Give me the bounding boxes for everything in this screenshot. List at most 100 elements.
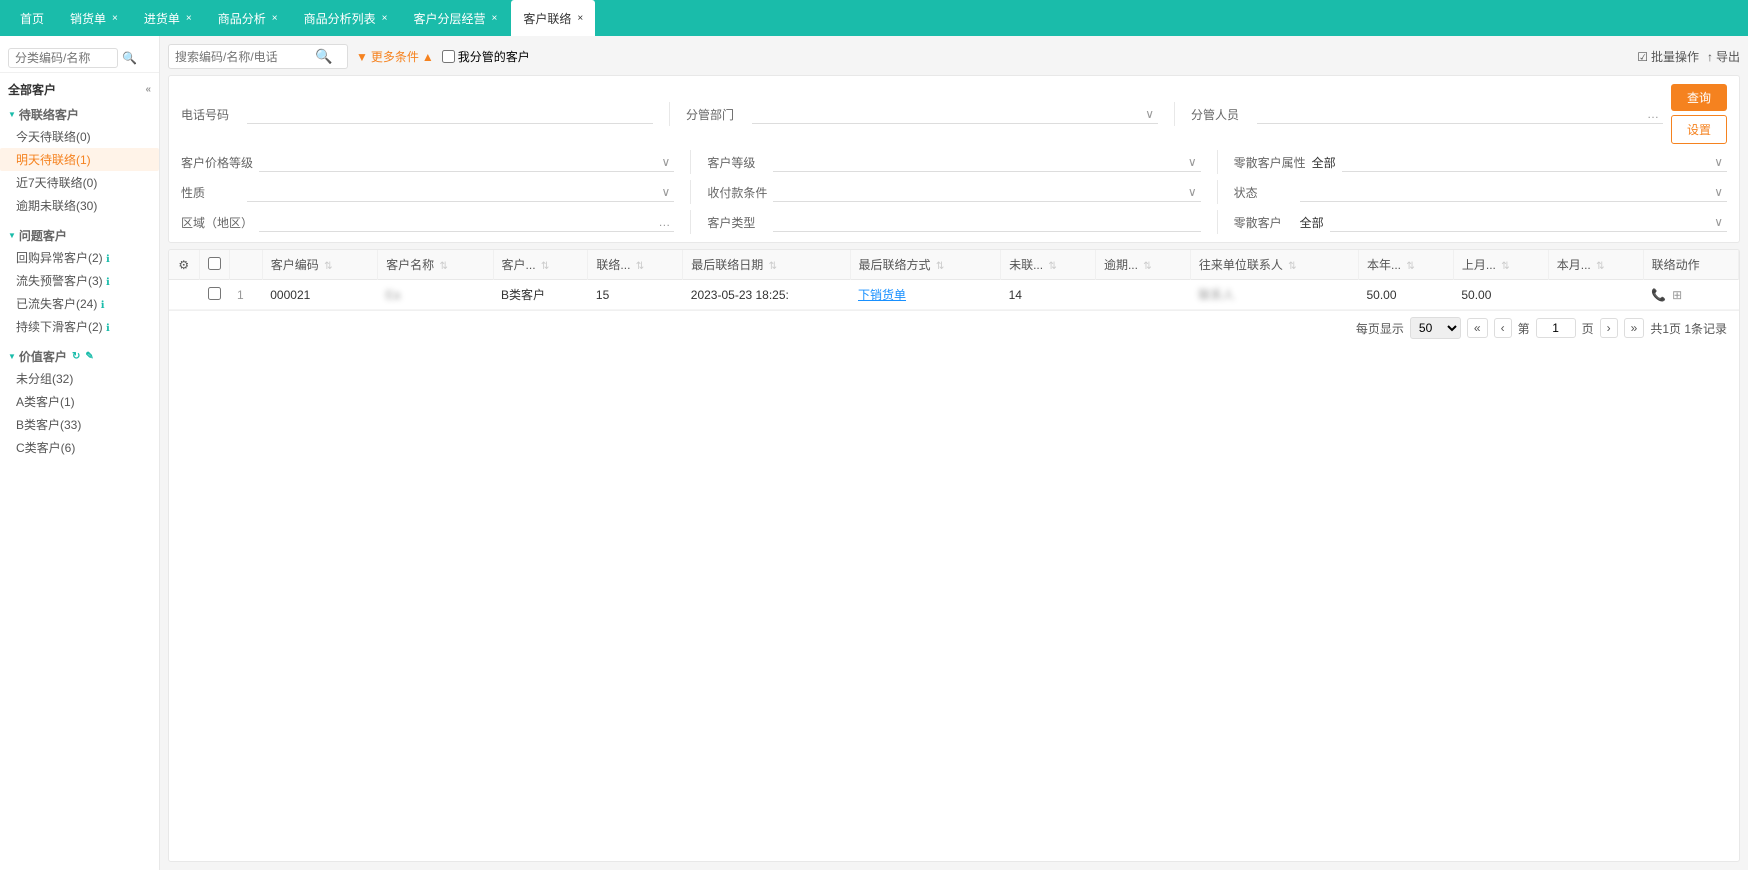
table-container: ⚙ 客户编码 ⇅ 客户名称 ⇅ 客户... ⇅ 联络... ⇅ 最后联络日期 ⇅… [168,249,1740,862]
first-page-button[interactable]: « [1467,318,1488,338]
row-last-method[interactable]: 下销货单 [850,280,1001,310]
sidebar: 🔍 全部客户 « ▼ 待联络客户 今天待联络(0) 明天待联络(1) 近7天待联… [0,36,160,870]
group-pending-contact: ▼ 待联络客户 [0,102,159,125]
nav-close-product-list[interactable]: × [382,13,388,24]
retail-attr-select[interactable]: ∨ [1342,153,1727,172]
collapse-icon[interactable]: « [145,84,151,95]
col-code[interactable]: 客户编码 ⇅ [262,250,377,280]
nav-close-purchase[interactable]: × [186,13,192,24]
phone-input[interactable] [247,105,653,124]
my-customers-checkbox[interactable] [442,50,455,63]
col-this-month[interactable]: 本月... ⇅ [1548,250,1643,280]
triangle-icon-3: ▼ [8,352,16,361]
sidebar-item-tomorrow[interactable]: 明天待联络(1) [0,148,159,171]
prev-page-button[interactable]: ‹ [1494,318,1512,338]
nav-close-product-analysis[interactable]: × [272,13,278,24]
filter-retail-cust: 零散客户 全部 ∨ [1234,213,1727,232]
row-this-month [1548,280,1643,310]
sidebar-item-class-b[interactable]: B类客户(33) [0,413,159,436]
cust-level-select[interactable]: ∨ [773,153,1200,172]
nature-select[interactable]: ∨ [247,183,674,202]
page-number-input[interactable] [1536,318,1576,338]
retail-cust-select[interactable]: ∨ [1330,213,1727,232]
sidebar-item-class-a[interactable]: A类客户(1) [0,390,159,413]
main-search-input[interactable] [175,50,315,64]
payment-select[interactable]: ∨ [773,183,1200,202]
filter-status: 状态 ∨ [1234,183,1727,202]
filter-dept: 分管部门 ∨ [686,105,1158,124]
price-level-label: 客户价格等级 [181,154,253,171]
price-level-select[interactable]: ∨ [259,153,674,172]
select-all-checkbox[interactable] [208,257,221,270]
phone-label: 电话号码 [181,106,241,123]
sidebar-search-icon[interactable]: 🔍 [122,51,137,65]
row-name[interactable]: Ea [378,280,493,310]
sidebar-item-ungrouped[interactable]: 未分组(32) [0,367,159,390]
status-select[interactable]: ∨ [1300,183,1727,202]
nav-home[interactable]: 首页 [8,0,56,36]
retail-cust-arrow: ∨ [1714,215,1723,229]
batch-ops-button[interactable]: ☑ 批量操作 [1637,48,1699,65]
row-checkbox[interactable] [208,287,221,300]
last-page-button[interactable]: » [1624,318,1645,338]
settings-button[interactable]: 设置 [1671,115,1727,144]
col-last-date[interactable]: 最后联络日期 ⇅ [683,250,850,280]
col-type[interactable]: 客户... ⇅ [493,250,588,280]
page-size-select[interactable]: 50 100 200 [1410,317,1461,339]
filter-payment: 收付款条件 ∨ [707,183,1200,202]
sidebar-item-7days[interactable]: 近7天待联络(0) [0,171,159,194]
phone-action-icon[interactable]: 📞 [1651,288,1666,302]
divider-8 [1217,210,1218,234]
manager-label: 分管人员 [1191,106,1251,123]
nav-sales-order[interactable]: 销货单 × [58,0,130,36]
nav-close-customer-tier[interactable]: × [491,13,497,24]
nav-close-customer-contact[interactable]: × [577,13,583,24]
top-nav: 首页 销货单 × 进货单 × 商品分析 × 商品分析列表 × 客户分层经营 × … [0,0,1748,36]
col-not-contacted[interactable]: 未联... ⇅ [1001,250,1096,280]
dept-select[interactable]: ∨ [752,105,1158,124]
sidebar-item-today[interactable]: 今天待联络(0) [0,125,159,148]
nav-close-sales[interactable]: × [112,13,118,24]
divider-5 [690,180,691,204]
col-checkbox[interactable] [199,250,229,280]
grid-action-icon[interactable]: ⊞ [1672,288,1682,302]
retail-cust-label: 零散客户 [1234,214,1294,231]
dept-label: 分管部门 [686,106,746,123]
nav-product-analysis[interactable]: 商品分析 × [206,0,290,36]
area-select[interactable]: … [259,213,674,232]
all-customers-header[interactable]: 全部客户 « [0,77,159,102]
search-icon[interactable]: 🔍 [315,48,332,65]
nav-customer-tier[interactable]: 客户分层经营 × [401,0,509,36]
col-last-method[interactable]: 最后联络方式 ⇅ [850,250,1001,280]
filter-retail-attr: 零散客户属性 全部 ∨ [1234,153,1727,172]
row-code[interactable]: 000021 [262,280,377,310]
sidebar-item-churned[interactable]: 已流失客户(24) ℹ [0,292,159,315]
divider-2 [1174,102,1175,126]
col-unit-contact[interactable]: 往来单位联系人 ⇅ [1190,250,1358,280]
col-last-month[interactable]: 上月... ⇅ [1453,250,1548,280]
divider-3 [690,150,691,174]
my-customers-checkbox-label[interactable]: 我分管的客户 [442,48,530,65]
nav-product-analysis-list[interactable]: 商品分析列表 × [292,0,400,36]
sidebar-item-churn-warning[interactable]: 流失预警客户(3) ℹ [0,269,159,292]
nav-purchase[interactable]: 进货单 × [132,0,204,36]
sidebar-item-declining[interactable]: 持续下滑客户(2) ℹ [0,315,159,338]
col-overdue[interactable]: 逾期... ⇅ [1095,250,1190,280]
col-this-year[interactable]: 本年... ⇅ [1358,250,1453,280]
sidebar-item-class-c[interactable]: C类客户(6) [0,436,159,459]
row-checkbox-cell[interactable] [199,280,229,310]
cust-type-input[interactable] [773,213,1200,232]
query-button[interactable]: 查询 [1671,84,1727,111]
sidebar-item-repurchase-abnormal[interactable]: 回购异常客户(2) ℹ [0,246,159,269]
col-name[interactable]: 客户名称 ⇅ [378,250,493,280]
sidebar-search-input[interactable] [8,48,118,68]
next-page-button[interactable]: › [1600,318,1618,338]
nav-customer-contact[interactable]: 客户联络 × [511,0,595,36]
export-button[interactable]: ↑ 导出 [1707,48,1740,65]
main-layout: 🔍 全部客户 « ▼ 待联络客户 今天待联络(0) 明天待联络(1) 近7天待联… [0,36,1748,870]
more-filters-button[interactable]: ▼ 更多条件 ▲ [356,48,434,65]
col-contact[interactable]: 联络... ⇅ [588,250,683,280]
sidebar-item-overdue[interactable]: 逾期未联络(30) [0,194,159,217]
col-settings[interactable]: ⚙ [169,250,199,280]
manager-select[interactable]: … [1257,105,1663,124]
